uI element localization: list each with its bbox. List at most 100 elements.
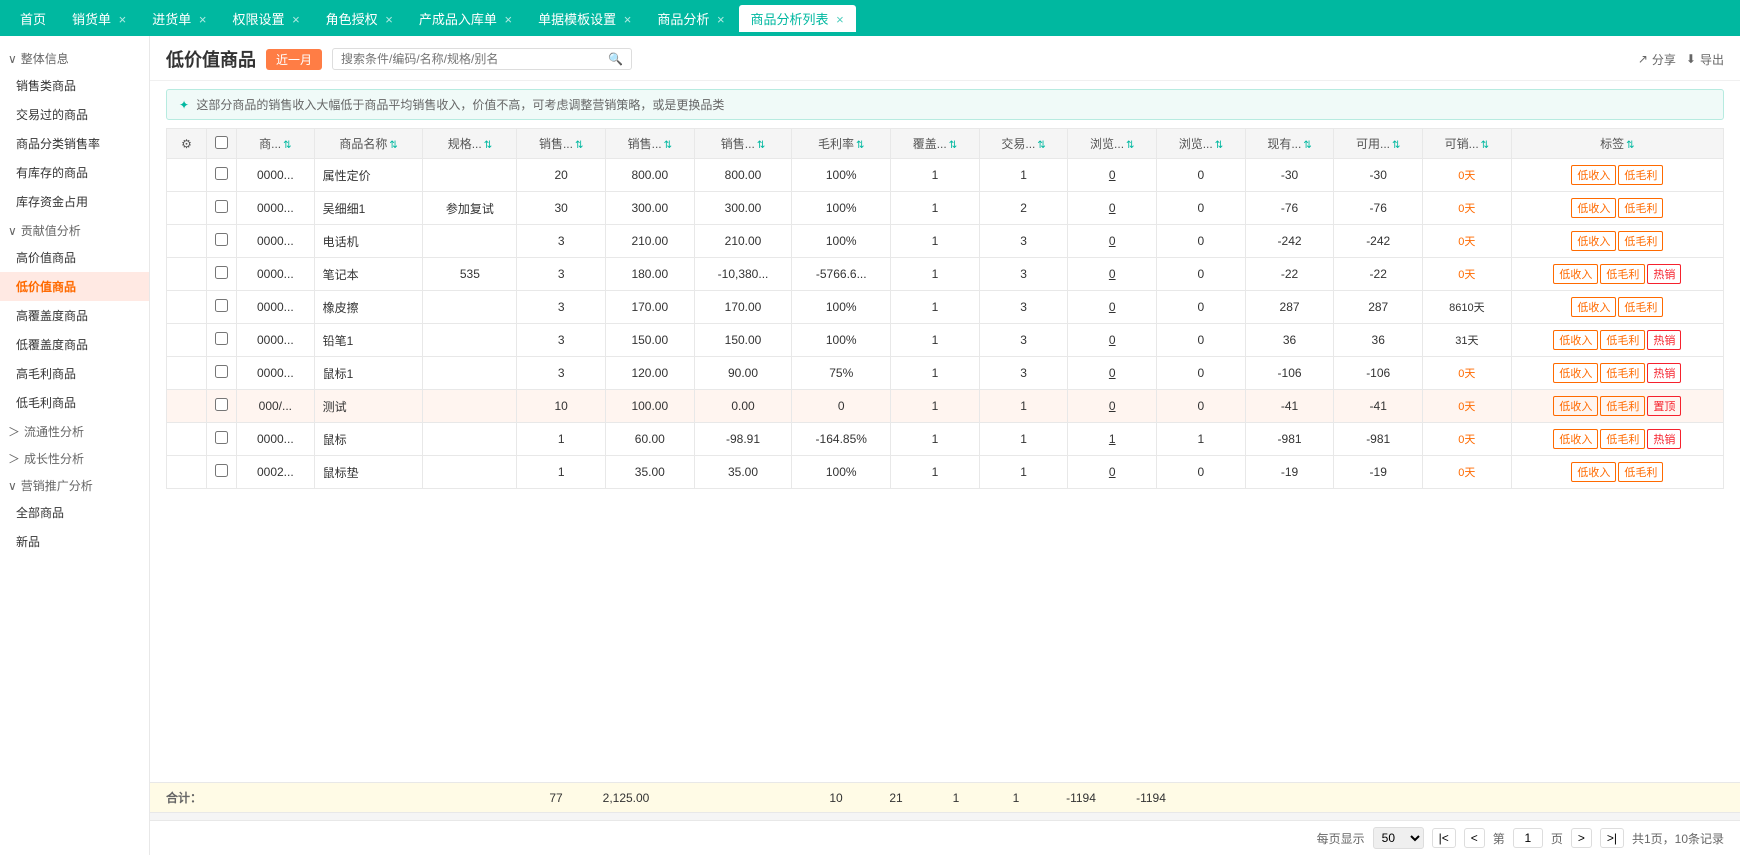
close-icon[interactable]: × <box>624 12 632 27</box>
checkbox-cell[interactable] <box>207 357 237 390</box>
browse1-cell[interactable]: 0 <box>1068 324 1157 357</box>
prev-page-button[interactable]: < <box>1464 828 1485 848</box>
nav-product-analysis[interactable]: 商品分析 × <box>645 5 736 32</box>
spec-col-header[interactable]: 规格...⇅ <box>423 129 517 159</box>
first-page-button[interactable]: |< <box>1432 828 1456 848</box>
close-icon[interactable]: × <box>292 12 300 27</box>
nav-home[interactable]: 首页 <box>8 5 58 32</box>
browse-link[interactable]: 1 <box>1109 432 1116 446</box>
browse-link[interactable]: 0 <box>1109 234 1116 248</box>
gross-margin-col-header[interactable]: 毛利率⇅ <box>792 129 891 159</box>
row-checkbox[interactable] <box>215 365 228 378</box>
browse-link[interactable]: 0 <box>1109 300 1116 314</box>
close-icon[interactable]: × <box>385 12 393 27</box>
close-icon[interactable]: × <box>199 12 207 27</box>
row-checkbox[interactable] <box>215 431 228 444</box>
sidebar-group-marketing[interactable]: ∨ 营销推广分析 <box>0 471 149 498</box>
browse1-cell[interactable]: 0 <box>1068 225 1157 258</box>
checkbox-cell[interactable] <box>207 324 237 357</box>
page-size-select[interactable]: 50 100 200 <box>1373 827 1424 849</box>
checkbox-cell[interactable] <box>207 291 237 324</box>
browse1-cell[interactable]: 0 <box>1068 192 1157 225</box>
sales-qty-col-header[interactable]: 销售...⇅ <box>517 129 606 159</box>
browse-link[interactable]: 0 <box>1109 267 1116 281</box>
select-all-checkbox[interactable] <box>215 136 228 149</box>
close-icon[interactable]: × <box>836 12 844 27</box>
close-icon[interactable]: × <box>119 12 127 27</box>
row-checkbox[interactable] <box>215 200 228 213</box>
checkbox-col-header[interactable] <box>207 129 237 159</box>
browse-link[interactable]: 0 <box>1109 399 1116 413</box>
checkbox-cell[interactable] <box>207 225 237 258</box>
sidebar-group-contribution[interactable]: ∨ 贡献值分析 <box>0 216 149 243</box>
sidebar-item-stock-products[interactable]: 有库存的商品 <box>0 158 149 187</box>
close-icon[interactable]: × <box>717 12 725 27</box>
browse-link[interactable]: 0 <box>1109 366 1116 380</box>
sidebar-item-all-products[interactable]: 全部商品 <box>0 498 149 527</box>
sidebar-item-high-margin[interactable]: 高毛利商品 <box>0 359 149 388</box>
browse1-cell[interactable]: 0 <box>1068 456 1157 489</box>
browse1-cell[interactable]: 0 <box>1068 258 1157 291</box>
sidebar-item-high-value[interactable]: 高价值商品 <box>0 243 149 272</box>
nav-purchase[interactable]: 进货单 × <box>140 5 218 32</box>
nav-product-analysis-list[interactable]: 商品分析列表 × <box>739 5 856 32</box>
filter-recent-month-button[interactable]: 近一月 <box>266 49 322 70</box>
row-checkbox[interactable] <box>215 299 228 312</box>
sidebar-item-new-products[interactable]: 新品 <box>0 527 149 556</box>
row-checkbox[interactable] <box>215 464 228 477</box>
nav-sales[interactable]: 销货单 × <box>60 5 138 32</box>
search-input[interactable] <box>341 52 604 66</box>
next-page-button[interactable]: > <box>1571 828 1592 848</box>
checkbox-cell[interactable] <box>207 390 237 423</box>
sellable-col-header[interactable]: 可销...⇅ <box>1423 129 1512 159</box>
sidebar-group-overview[interactable]: ∨ 整体信息 <box>0 44 149 71</box>
sidebar-item-traded-products[interactable]: 交易过的商品 <box>0 100 149 129</box>
checkbox-cell[interactable] <box>207 192 237 225</box>
code-col-header[interactable]: 商...⇅ <box>237 129 315 159</box>
nav-product-inbound[interactable]: 产成品入库单 × <box>407 5 524 32</box>
row-checkbox[interactable] <box>215 332 228 345</box>
browse1-col-header[interactable]: 浏览...⇅ <box>1068 129 1157 159</box>
sidebar-item-high-coverage[interactable]: 高覆盖度商品 <box>0 301 149 330</box>
coverage-col-header[interactable]: 覆盖...⇅ <box>891 129 980 159</box>
sidebar-item-category-sales[interactable]: 商品分类销售率 <box>0 129 149 158</box>
checkbox-cell[interactable] <box>207 159 237 192</box>
nav-permissions[interactable]: 权限设置 × <box>220 5 311 32</box>
checkbox-cell[interactable] <box>207 456 237 489</box>
browse-link[interactable]: 0 <box>1109 201 1116 215</box>
browse-link[interactable]: 0 <box>1109 168 1116 182</box>
current-stock-col-header[interactable]: 现有...⇅ <box>1245 129 1334 159</box>
browse-link[interactable]: 0 <box>1109 465 1116 479</box>
nav-template[interactable]: 单据模板设置 × <box>526 5 643 32</box>
settings-col-header[interactable]: ⚙ <box>167 129 207 159</box>
sidebar-item-low-margin[interactable]: 低毛利商品 <box>0 388 149 417</box>
table-wrapper[interactable]: ⚙ 商...⇅ 商品名称⇅ 规格...⇅ 销售...⇅ 销售...⇅ 销售...… <box>150 128 1740 782</box>
sidebar-group-growth[interactable]: ＞ 成长性分析 <box>0 444 149 471</box>
browse1-cell[interactable]: 0 <box>1068 390 1157 423</box>
sales-amount-col-header[interactable]: 销售...⇅ <box>605 129 694 159</box>
horizontal-scrollbar[interactable] <box>150 812 1740 820</box>
browse1-cell[interactable]: 0 <box>1068 159 1157 192</box>
sidebar-item-low-coverage[interactable]: 低覆盖度商品 <box>0 330 149 359</box>
browse1-cell[interactable]: 0 <box>1068 357 1157 390</box>
search-icon[interactable]: 🔍 <box>608 52 623 66</box>
tags-col-header[interactable]: 标签⇅ <box>1511 129 1723 159</box>
checkbox-cell[interactable] <box>207 423 237 456</box>
row-checkbox[interactable] <box>215 233 228 246</box>
browse-link[interactable]: 0 <box>1109 333 1116 347</box>
page-number-input[interactable] <box>1513 828 1543 848</box>
browse1-cell[interactable]: 1 <box>1068 423 1157 456</box>
name-col-header[interactable]: 商品名称⇅ <box>314 129 423 159</box>
checkbox-cell[interactable] <box>207 258 237 291</box>
sidebar-group-circulation[interactable]: ＞ 流通性分析 <box>0 417 149 444</box>
nav-roles[interactable]: 角色授权 × <box>314 5 405 32</box>
browse2-col-header[interactable]: 浏览...⇅ <box>1157 129 1246 159</box>
row-checkbox[interactable] <box>215 398 228 411</box>
browse1-cell[interactable]: 0 <box>1068 291 1157 324</box>
row-checkbox[interactable] <box>215 167 228 180</box>
export-button[interactable]: ⬇ 导出 <box>1686 51 1724 68</box>
last-page-button[interactable]: >| <box>1600 828 1624 848</box>
sidebar-item-low-value[interactable]: 低价值商品 <box>0 272 149 301</box>
transaction-col-header[interactable]: 交易...⇅ <box>979 129 1068 159</box>
row-checkbox[interactable] <box>215 266 228 279</box>
